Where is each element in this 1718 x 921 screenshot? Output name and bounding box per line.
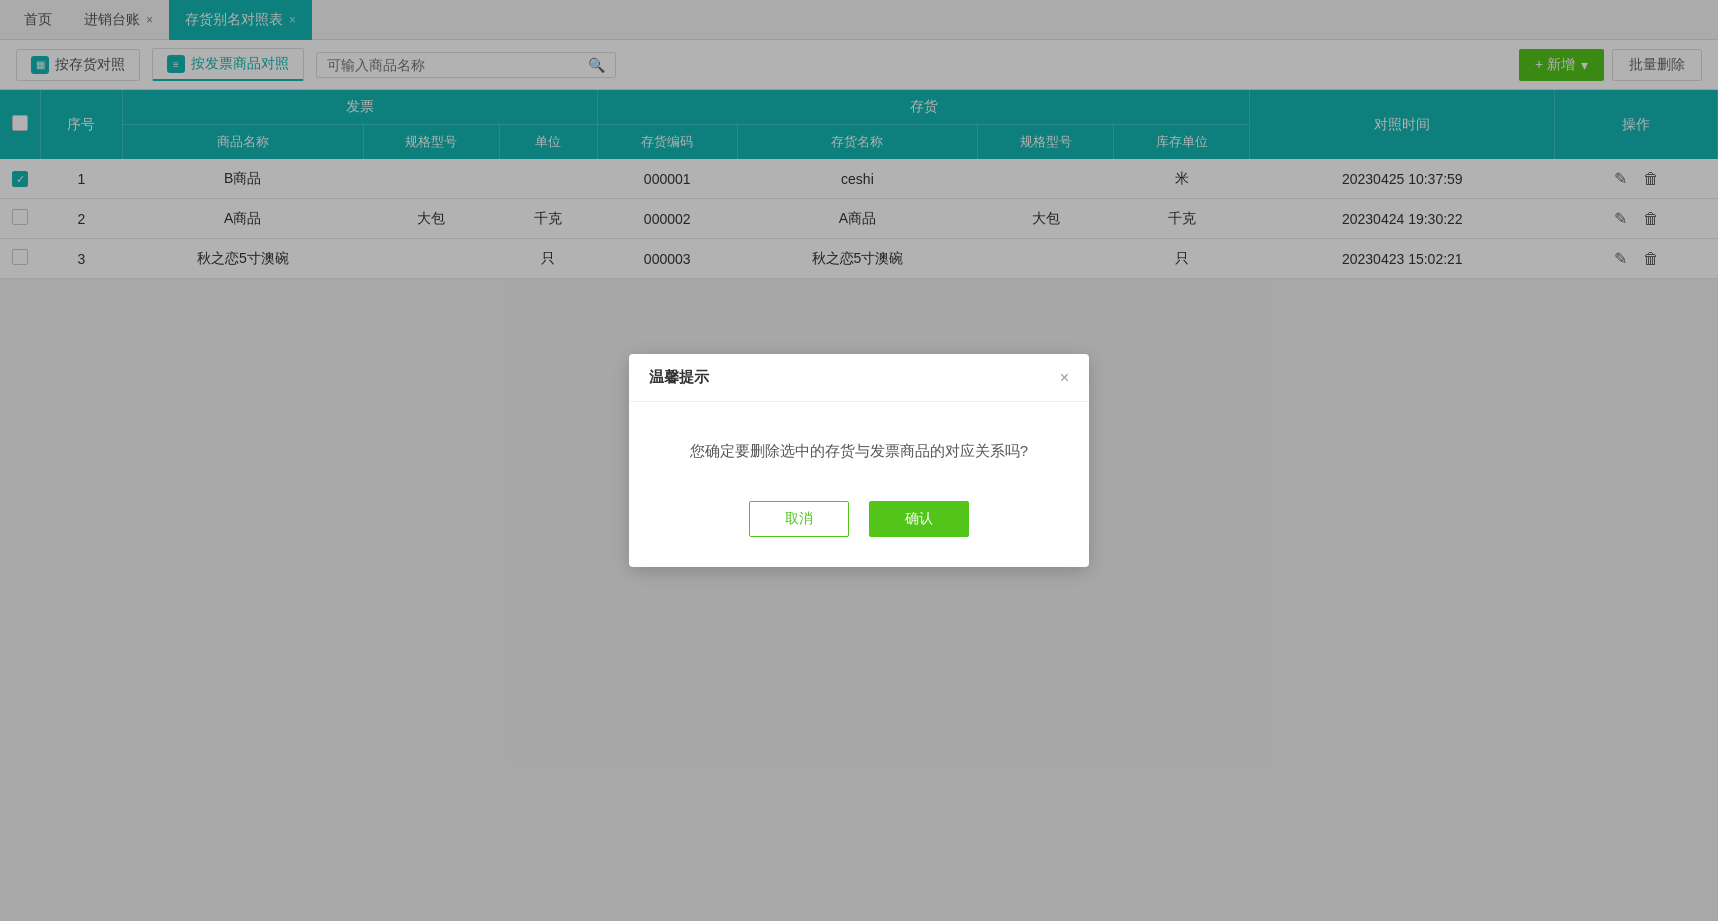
- dialog-overlay: 温馨提示 × 您确定要删除选中的存货与发票商品的对应关系吗? 取消 确认: [0, 0, 1718, 279]
